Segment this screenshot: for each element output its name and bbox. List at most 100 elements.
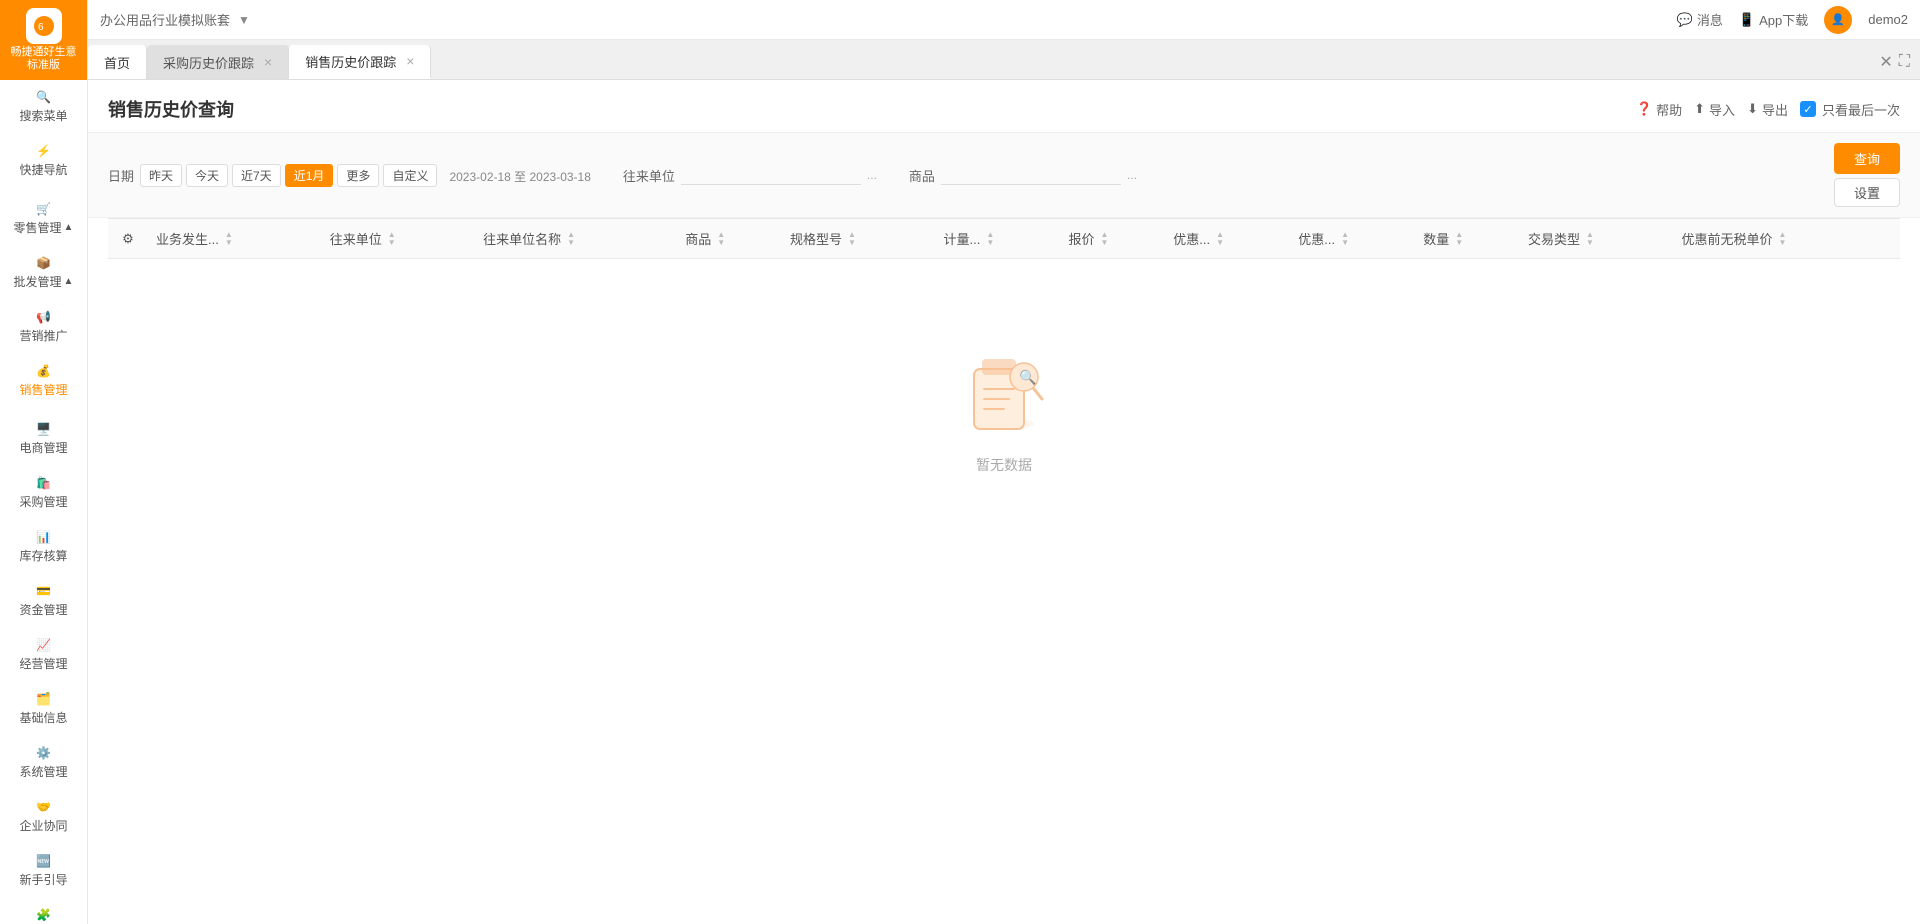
logo-text: 畅捷通好生意 标准版 bbox=[11, 46, 77, 72]
col-quote-label: 报价 bbox=[1068, 229, 1094, 248]
sidebar-item-system[interactable]: ⚙️ 系统管理 bbox=[0, 736, 87, 790]
only-last-label: 只看最后一次 bbox=[1822, 100, 1900, 119]
col-pretax-price-label: 优惠前无税单价 bbox=[1681, 229, 1772, 248]
sort-icon-discount2: ▲▼ bbox=[1341, 231, 1349, 247]
sidebar-item-label: 库存核算 bbox=[19, 547, 67, 564]
setting-button[interactable]: 设置 bbox=[1834, 178, 1900, 207]
logo-icon: 6 bbox=[26, 8, 62, 44]
goods-filter-input[interactable] bbox=[941, 165, 1121, 185]
sidebar-item-label: 系统管理 bbox=[19, 763, 67, 780]
sort-icon-discount1: ▲▼ bbox=[1216, 231, 1224, 247]
col-quote[interactable]: 报价 ▲▼ bbox=[1060, 219, 1165, 259]
col-partner-code[interactable]: 往来单位 ▲▼ bbox=[322, 219, 475, 259]
sidebar-item-label: 电商管理 bbox=[19, 439, 67, 456]
wholesale-icon: 📦 bbox=[36, 256, 51, 270]
sort-icon-goods: ▲▼ bbox=[717, 231, 725, 247]
col-spec[interactable]: 规格型号 ▲▼ bbox=[782, 219, 935, 259]
sidebar-item-label: 快捷导航 bbox=[19, 161, 67, 178]
sidebar-item-stock[interactable]: 📊 库存核算 bbox=[0, 520, 87, 574]
svg-text:🔍: 🔍 bbox=[1019, 368, 1036, 386]
stock-icon: 📊 bbox=[36, 530, 51, 544]
partner-filter-input[interactable] bbox=[681, 165, 861, 185]
date-btn-1month[interactable]: 近1月 bbox=[285, 164, 334, 187]
col-pretax-price[interactable]: 优惠前无税单价 ▲▼ bbox=[1673, 219, 1900, 259]
sidebar-item-ecommerce[interactable]: 🖥️ 电商管理 bbox=[0, 412, 87, 466]
app-download-label: App下载 bbox=[1759, 10, 1808, 29]
page-header-actions: ❓ 帮助 ⬆ 导入 ⬇ 导出 只看最后一次 bbox=[1636, 100, 1900, 119]
sort-icon-partner-name: ▲▼ bbox=[567, 231, 575, 247]
tab-sales-history[interactable]: 销售历史价跟踪 × bbox=[289, 45, 431, 79]
maximize-tab-btn[interactable]: ⛶ bbox=[1899, 53, 1910, 71]
sidebar-item-enterprise[interactable]: 🤝 企业协同 bbox=[0, 790, 87, 844]
export-btn[interactable]: ⬇ 导出 bbox=[1747, 100, 1788, 119]
date-btn-7days[interactable]: 近7天 bbox=[232, 164, 281, 187]
sidebar-item-label: 资金管理 bbox=[19, 601, 67, 618]
date-btn-today[interactable]: 今天 bbox=[186, 164, 228, 187]
date-btn-custom[interactable]: 自定义 bbox=[383, 164, 437, 187]
export-label: 导出 bbox=[1762, 100, 1788, 119]
sidebar-item-guide[interactable]: 🆕 新手引导 bbox=[0, 844, 87, 898]
sidebar-item-business[interactable]: 📈 经营管理 bbox=[0, 628, 87, 682]
col-discount2[interactable]: 优惠... ▲▼ bbox=[1290, 219, 1415, 259]
sidebar-item-retail[interactable]: 🛒 零售管理 ▲ bbox=[0, 192, 87, 246]
only-last-toggle[interactable]: 只看最后一次 bbox=[1800, 100, 1900, 119]
date-filter-group: 日期 昨天 今天 近7天 近1月 更多 自定义 bbox=[108, 164, 437, 187]
tabbar: 首页 采购历史价跟踪 × 销售历史价跟踪 × ✕ ⛶ bbox=[88, 40, 1920, 80]
user-avatar[interactable]: 👤 bbox=[1824, 6, 1852, 34]
help-btn[interactable]: ❓ 帮助 bbox=[1636, 100, 1682, 119]
sidebar-item-wholesale[interactable]: 📦 批发管理 ▲ bbox=[0, 246, 87, 300]
col-unit[interactable]: 计量... ▲▼ bbox=[935, 219, 1060, 259]
import-btn[interactable]: ⬆ 导入 bbox=[1694, 100, 1735, 119]
tab-home[interactable]: 首页 bbox=[88, 45, 147, 79]
query-button[interactable]: 查询 bbox=[1834, 143, 1900, 174]
sidebar-item-quick-nav[interactable]: ⚡ 快捷导航 bbox=[0, 134, 87, 188]
data-table: ⚙ 业务发生... ▲▼ 往来单位 ▲▼ bbox=[108, 218, 1900, 259]
message-btn[interactable]: 💬 消息 bbox=[1677, 10, 1723, 29]
date-filter-buttons: 昨天 今天 近7天 近1月 更多 自定义 bbox=[140, 164, 437, 187]
partner-filter-dots[interactable]: ... bbox=[867, 168, 877, 182]
col-unit-label: 计量... bbox=[943, 229, 980, 248]
col-qty[interactable]: 数量 ▲▼ bbox=[1415, 219, 1520, 259]
app-download-btn[interactable]: 📱 App下载 bbox=[1739, 10, 1808, 29]
sidebar-item-finance[interactable]: 💳 资金管理 bbox=[0, 574, 87, 628]
marketing-icon: 📢 bbox=[36, 310, 51, 324]
sidebar-item-label: 零售管理 bbox=[14, 219, 62, 236]
sidebar-item-sales-mgmt[interactable]: 💰 销售管理 bbox=[0, 354, 87, 408]
topbar-dropdown-icon[interactable]: ▼ bbox=[238, 13, 250, 27]
close-tab-btn[interactable]: ✕ bbox=[1879, 52, 1892, 72]
col-discount1[interactable]: 优惠... ▲▼ bbox=[1165, 219, 1290, 259]
sidebar-item-purchase[interactable]: 🛍️ 采购管理 bbox=[0, 466, 87, 520]
chevron-down-icon: ▲ bbox=[64, 222, 74, 233]
close-sales-history-tab[interactable]: × bbox=[406, 54, 414, 68]
sidebar-item-label: 批发管理 bbox=[14, 273, 62, 290]
sort-icon-biz-date: ▲▼ bbox=[225, 231, 233, 247]
svg-text:6: 6 bbox=[38, 22, 44, 33]
col-goods[interactable]: 商品 ▲▼ bbox=[677, 219, 782, 259]
goods-filter-dots[interactable]: ... bbox=[1127, 168, 1137, 182]
only-last-checkbox[interactable] bbox=[1800, 101, 1816, 117]
sort-icon-partner: ▲▼ bbox=[388, 231, 396, 247]
sidebar-item-label: 经营管理 bbox=[19, 655, 67, 672]
col-trade-type[interactable]: 交易类型 ▲▼ bbox=[1520, 219, 1673, 259]
col-discount2-label: 优惠... bbox=[1298, 229, 1335, 248]
download-icon: 📱 bbox=[1739, 12, 1755, 28]
user-name[interactable]: demo2 bbox=[1868, 12, 1908, 27]
sort-icon-trade-type: ▲▼ bbox=[1586, 231, 1594, 247]
sidebar-item-basic-info[interactable]: 🗂️ 基础信息 bbox=[0, 682, 87, 736]
close-purchase-history-tab[interactable]: × bbox=[264, 55, 272, 69]
sidebar-item-app-center[interactable]: 🧩 应用中心 bbox=[0, 898, 87, 924]
topbar: 办公用品行业模拟账套 ▼ 💬 消息 📱 App下载 👤 demo2 bbox=[88, 0, 1920, 40]
sidebar-item-marketing[interactable]: 📢 营销推广 bbox=[0, 300, 87, 354]
col-biz-date[interactable]: 业务发生... ▲▼ bbox=[148, 219, 322, 259]
topbar-right: 💬 消息 📱 App下载 👤 demo2 bbox=[1677, 6, 1908, 34]
col-partner-name[interactable]: 往来单位名称 ▲▼ bbox=[475, 219, 677, 259]
filter-area: 日期 昨天 今天 近7天 近1月 更多 自定义 2023-02-18 至 202… bbox=[88, 132, 1920, 218]
tab-purchase-history[interactable]: 采购历史价跟踪 × bbox=[147, 45, 289, 79]
sidebar-item-label: 营销推广 bbox=[19, 327, 67, 344]
date-btn-more[interactable]: 更多 bbox=[337, 164, 379, 187]
sort-icon-qty: ▲▼ bbox=[1455, 231, 1463, 247]
date-btn-yesterday[interactable]: 昨天 bbox=[140, 164, 182, 187]
settings-gear-icon[interactable]: ⚙ bbox=[122, 231, 134, 246]
app-logo[interactable]: 6 畅捷通好生意 标准版 bbox=[0, 0, 87, 80]
sidebar-item-search[interactable]: 🔍 搜索菜单 bbox=[0, 80, 87, 134]
